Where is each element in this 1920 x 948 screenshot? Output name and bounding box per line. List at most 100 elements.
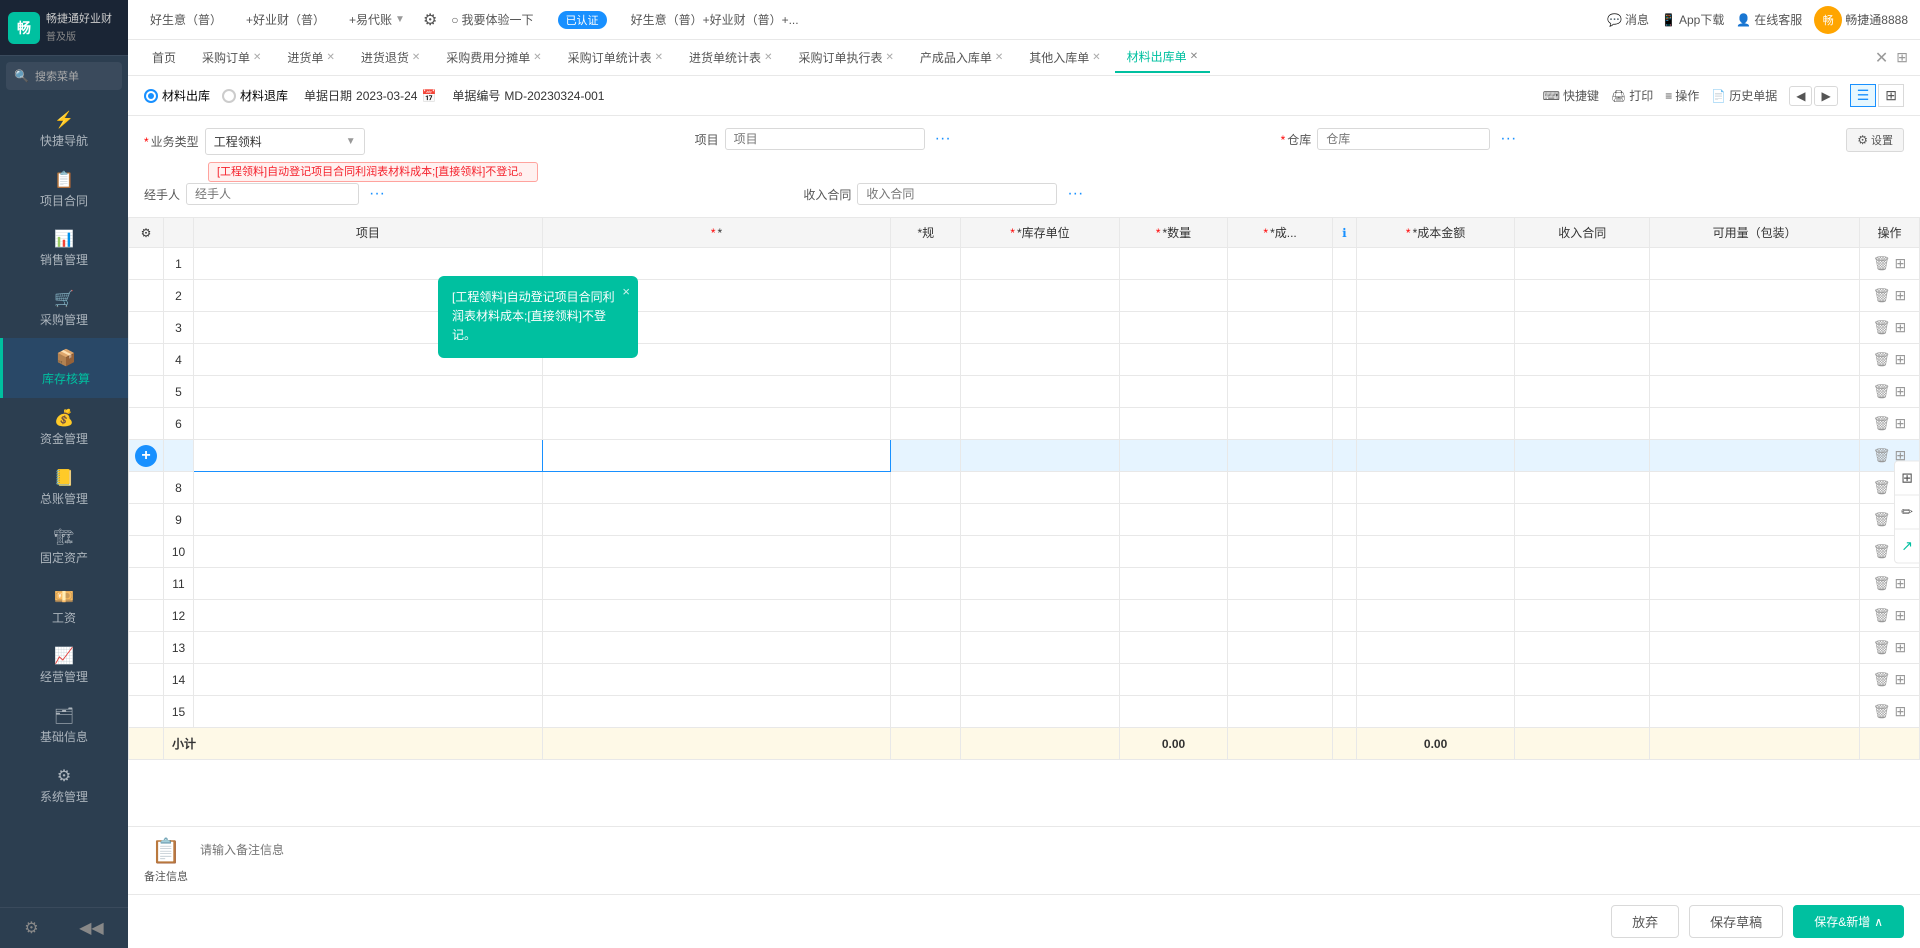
close-icon[interactable]: ✕: [764, 52, 772, 63]
row-cost[interactable]: [1228, 440, 1333, 472]
row-spec[interactable]: [891, 440, 961, 472]
row-qty[interactable]: [1119, 248, 1228, 280]
copy-icon[interactable]: ⊞: [1895, 255, 1907, 272]
delete-icon[interactable]: 🗑: [1873, 255, 1891, 272]
sidebar-item-payroll[interactable]: 💴 工资: [0, 577, 128, 637]
row-material[interactable]: [542, 248, 891, 280]
row-material-field[interactable]: [549, 449, 885, 463]
close-icon[interactable]: ✕: [1092, 52, 1100, 63]
row-project[interactable]: [194, 696, 543, 728]
row-income-contract[interactable]: [1515, 280, 1650, 312]
close-icon[interactable]: ✕: [253, 52, 261, 63]
row-cost[interactable]: [1228, 696, 1333, 728]
row-qty[interactable]: [1119, 280, 1228, 312]
row-unit[interactable]: [961, 344, 1119, 376]
operation-btn[interactable]: ≡ 操作: [1665, 87, 1699, 104]
row-unit[interactable]: [961, 600, 1119, 632]
income-contract-dots-icon[interactable]: ···: [1067, 185, 1083, 203]
row-unit[interactable]: [961, 312, 1119, 344]
tab-purchase-return[interactable]: 进货退货 ✕: [349, 43, 432, 72]
project-input[interactable]: [725, 128, 925, 150]
topbar-trial-btn[interactable]: ○ 在线客服 我要体验一下: [441, 5, 543, 34]
row-spec[interactable]: [891, 344, 961, 376]
row-project[interactable]: [194, 664, 543, 696]
next-btn[interactable]: ▶: [1814, 86, 1837, 106]
row-cost-amount[interactable]: [1356, 280, 1514, 312]
tab-order-exec[interactable]: 采购订单执行表 ✕: [786, 43, 905, 72]
delete-icon[interactable]: 🗑: [1873, 511, 1891, 528]
row-unit[interactable]: [961, 504, 1119, 536]
row-income-contract[interactable]: [1515, 248, 1650, 280]
col-settings[interactable]: ⚙: [129, 218, 164, 248]
copy-icon[interactable]: ⊞: [1895, 703, 1907, 720]
row-material[interactable]: [542, 664, 891, 696]
row-spec[interactable]: [891, 568, 961, 600]
delete-icon[interactable]: 🗑: [1873, 575, 1891, 592]
history-btn[interactable]: 📄 历史单据: [1711, 87, 1777, 104]
save-new-button[interactable]: 保存&新增 ∧: [1793, 905, 1904, 938]
delete-icon[interactable]: 🗑: [1873, 607, 1891, 624]
row-unit[interactable]: [961, 696, 1119, 728]
row-spec[interactable]: [891, 376, 961, 408]
row-material-input[interactable]: [542, 440, 891, 472]
topbar-extra-tabs[interactable]: 好生意（普）+好业财（普）+...: [621, 5, 809, 34]
tab-purchase-fee[interactable]: 采购费用分摊单 ✕: [434, 43, 553, 72]
sidebar-item-basics[interactable]: 🗂 基础信息: [0, 696, 128, 756]
topbar-nav-yidaizhang[interactable]: +易代账 ▼: [339, 5, 415, 34]
close-icon[interactable]: ✕: [1190, 51, 1198, 62]
row-project[interactable]: [194, 600, 543, 632]
row-material[interactable]: [542, 504, 891, 536]
warehouse-dots-icon[interactable]: ···: [1500, 130, 1516, 148]
online-service-btn[interactable]: 👤 在线客服: [1736, 11, 1802, 28]
close-all-btn[interactable]: ✕: [1875, 48, 1888, 68]
sidebar-item-purchase[interactable]: 🛒 采购管理: [0, 279, 128, 339]
row-unit[interactable]: [961, 376, 1119, 408]
row-material[interactable]: [542, 632, 891, 664]
row-unit[interactable]: [961, 632, 1119, 664]
row-spec[interactable]: [891, 248, 961, 280]
close-icon[interactable]: ✕: [326, 52, 334, 63]
row-material[interactable]: [542, 472, 891, 504]
row-income-contract[interactable]: [1515, 440, 1650, 472]
settings-button[interactable]: ⚙ 设置: [1846, 128, 1904, 152]
copy-icon[interactable]: ⊞: [1895, 319, 1907, 336]
row-qty[interactable]: [1119, 344, 1228, 376]
save-draft-button[interactable]: 保存草稿: [1689, 905, 1783, 938]
copy-icon[interactable]: ⊞: [1895, 287, 1907, 304]
topbar-nav-haoyecai[interactable]: +好业财（普）: [236, 5, 335, 34]
close-icon[interactable]: ✕: [655, 52, 663, 63]
business-type-select[interactable]: 工程领料 ▼: [205, 128, 365, 155]
project-dots-icon[interactable]: ···: [935, 130, 951, 148]
delete-icon[interactable]: 🗑: [1873, 415, 1891, 432]
copy-icon[interactable]: ⊞: [1895, 607, 1907, 624]
tab-purchase-stat[interactable]: 采购订单统计表 ✕: [556, 43, 675, 72]
delete-icon[interactable]: 🗑: [1873, 447, 1891, 464]
tab-purchase-order[interactable]: 采购订单 ✕: [190, 43, 273, 72]
row-material[interactable]: [542, 568, 891, 600]
row-cost-amount[interactable]: [1356, 440, 1514, 472]
row-income-contract[interactable]: [1515, 536, 1650, 568]
close-icon[interactable]: ✕: [885, 52, 893, 63]
row-qty[interactable]: [1119, 408, 1228, 440]
close-icon[interactable]: ✕: [412, 52, 420, 63]
tab-purchase-in[interactable]: 进货单 ✕: [275, 43, 346, 72]
row-project[interactable]: [194, 504, 543, 536]
sidebar-item-project[interactable]: 📋 项目合同: [0, 160, 128, 220]
print-btn[interactable]: 🖨 打印: [1611, 87, 1653, 104]
row-cost-amount[interactable]: [1356, 568, 1514, 600]
app-download-btn[interactable]: 📱 App下载: [1661, 11, 1724, 28]
add-row-btn[interactable]: +: [135, 445, 157, 467]
row-qty[interactable]: [1119, 696, 1228, 728]
copy-icon[interactable]: ⊞: [1895, 671, 1907, 688]
row-cost[interactable]: [1228, 280, 1333, 312]
delete-icon[interactable]: 🗑: [1873, 383, 1891, 400]
row-material[interactable]: [542, 696, 891, 728]
row-spec[interactable]: [891, 280, 961, 312]
discard-button[interactable]: 放弃: [1611, 905, 1679, 938]
row-income-contract[interactable]: [1515, 472, 1650, 504]
row-spec[interactable]: [891, 408, 961, 440]
row-income-contract[interactable]: [1515, 600, 1650, 632]
row-cost[interactable]: [1228, 632, 1333, 664]
row-income-contract[interactable]: [1515, 376, 1650, 408]
row-income-contract[interactable]: [1515, 696, 1650, 728]
